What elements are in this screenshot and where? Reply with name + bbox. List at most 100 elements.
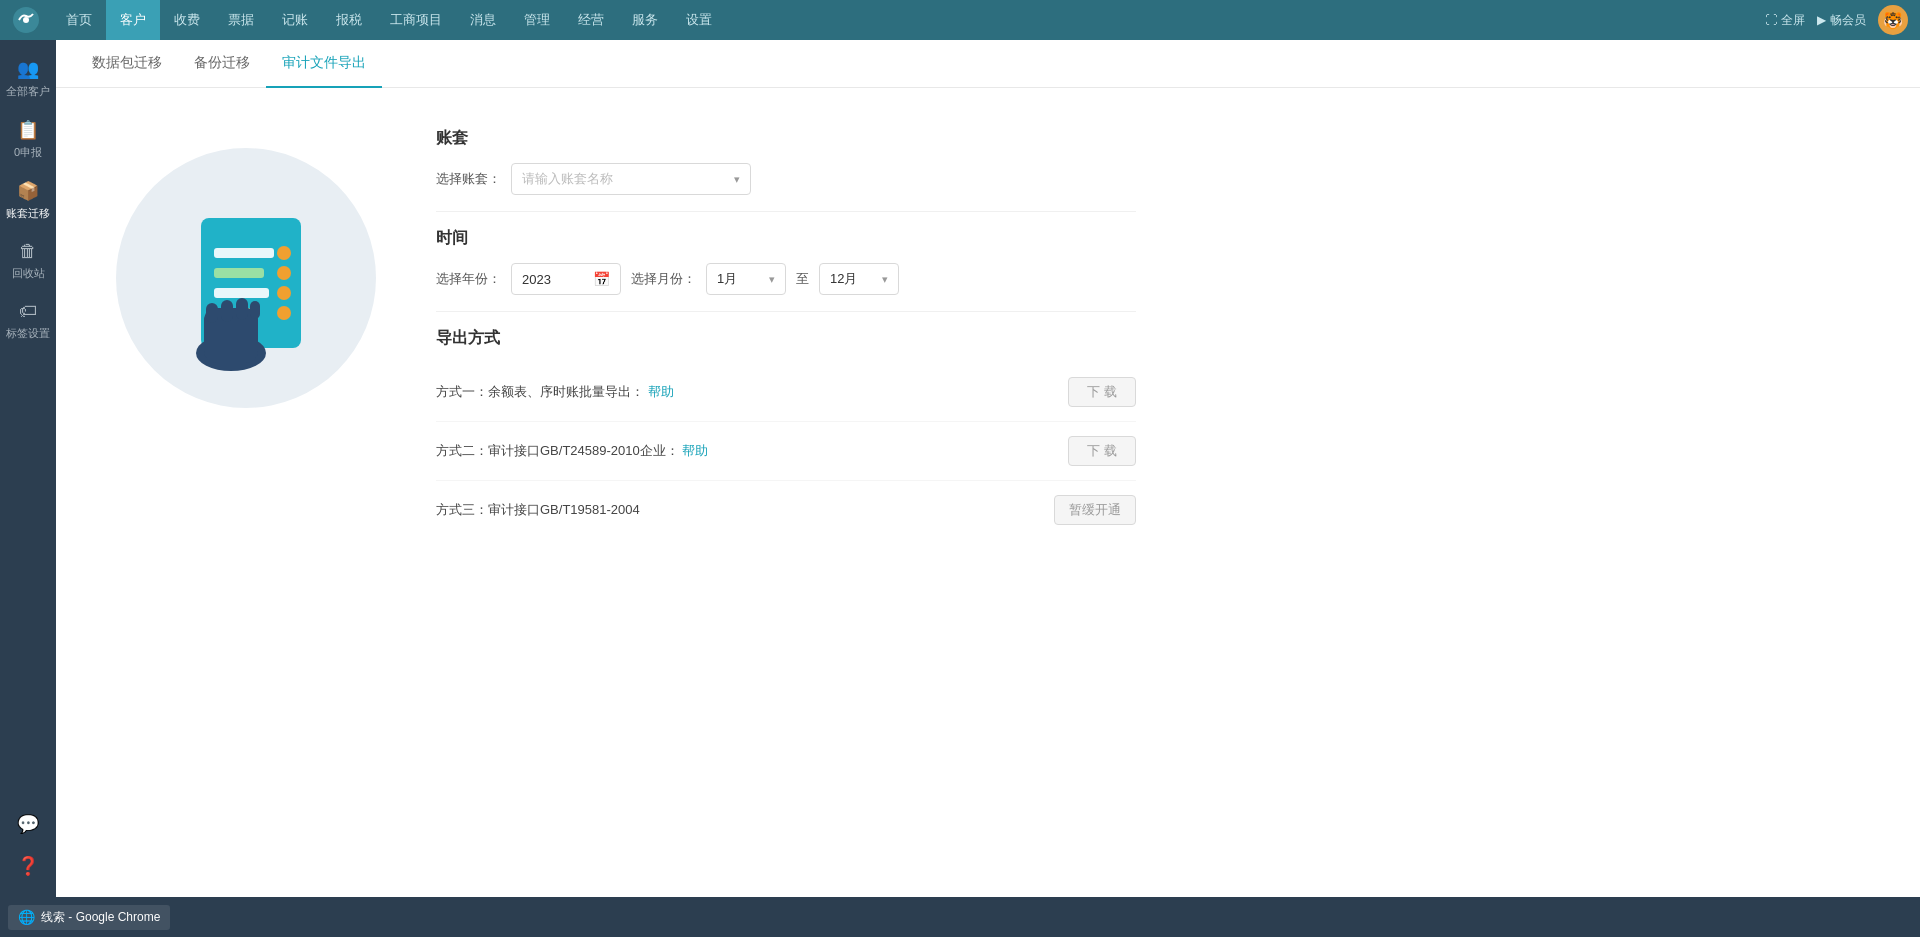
calendar-icon: 📅: [593, 271, 610, 287]
export-method-3: 方式三：审计接口GB/T19581-2004 暂缓开通: [436, 481, 1136, 539]
divider-2: [436, 311, 1136, 312]
page-body: 账套 选择账套： 请输入账套名称 ▾ 时间 选择年份： 2023 📅: [56, 88, 1920, 897]
chat-icon: 💬: [17, 813, 39, 835]
account-select[interactable]: 请输入账套名称 ▾: [511, 163, 751, 195]
sidebar-item-zero-declare[interactable]: 📋 0申报: [0, 109, 56, 170]
svg-point-9: [277, 286, 291, 300]
svg-rect-16: [250, 301, 260, 319]
help-icon: ❓: [17, 855, 39, 877]
tabs-bar: 数据包迁移 备份迁移 审计文件导出: [56, 40, 1920, 88]
fullscreen-icon: ⛶: [1765, 13, 1777, 27]
nav-settings[interactable]: 设置: [672, 0, 726, 40]
svg-point-10: [277, 306, 291, 320]
account-row: 选择账套： 请输入账套名称 ▾: [436, 163, 1136, 195]
logo: [8, 2, 44, 38]
svg-rect-4: [214, 268, 264, 278]
tab-backup-migrate[interactable]: 备份迁移: [178, 40, 266, 88]
method1-help-link[interactable]: 帮助: [648, 384, 674, 399]
all-clients-icon: 👥: [17, 58, 39, 80]
account-select-placeholder: 请输入账套名称: [522, 170, 734, 188]
taskbar: 🌐 线索 - Google Chrome: [0, 897, 1920, 937]
time-section-title: 时间: [436, 228, 1136, 249]
fullscreen-btn[interactable]: ⛶ 全屏: [1765, 12, 1805, 29]
nav-manage[interactable]: 管理: [510, 0, 564, 40]
svg-point-1: [23, 17, 29, 23]
method2-desc: 方式二：审计接口GB/T24589-2010企业： 帮助: [436, 442, 1068, 460]
sidebar: 👥 全部客户 📋 0申报 📦 账套迁移 🗑 回收站 🏷 标签设置 💬 ❓: [0, 40, 56, 897]
export-section-title: 导出方式: [436, 328, 1136, 349]
method3-text: 方式三：审计接口GB/T19581-2004: [436, 502, 640, 517]
sidebar-bottom: 💬 ❓: [0, 805, 56, 897]
nav-message[interactable]: 消息: [456, 0, 510, 40]
recycle-icon: 🗑: [19, 241, 37, 262]
svg-rect-15: [236, 298, 248, 320]
svg-point-8: [277, 266, 291, 280]
method3-open-btn[interactable]: 暂缓开通: [1054, 495, 1136, 525]
account-migrate-icon: 📦: [17, 180, 39, 202]
to-text: 至: [796, 270, 809, 288]
zero-declare-icon: 📋: [17, 119, 39, 141]
svg-rect-13: [206, 303, 218, 323]
nav-business[interactable]: 工商项目: [376, 0, 456, 40]
sidebar-item-recycle[interactable]: 🗑 回收站: [0, 231, 56, 291]
month-end-value: 12月: [830, 270, 878, 288]
user-avatar[interactable]: 🐯: [1878, 5, 1908, 35]
month-end-select[interactable]: 12月 ▾: [819, 263, 899, 295]
sidebar-item-help[interactable]: ❓: [0, 847, 56, 885]
export-method-2: 方式二：审计接口GB/T24589-2010企业： 帮助 下 载: [436, 422, 1136, 481]
year-input[interactable]: 2023 📅: [511, 263, 621, 295]
svg-rect-14: [221, 300, 233, 322]
account-label: 选择账套：: [436, 170, 501, 188]
month-end-chevron: ▾: [882, 273, 888, 286]
illustration-wrap: [116, 128, 376, 857]
method2-text: 方式二：审计接口GB/T24589-2010企业：: [436, 443, 679, 458]
nav-right-actions: ⛶ 全屏 ▶ 畅会员 🐯: [1765, 5, 1908, 35]
taskbar-chrome-item[interactable]: 🌐 线索 - Google Chrome: [8, 905, 170, 930]
member-btn[interactable]: ▶ 畅会员: [1817, 12, 1866, 29]
member-icon: ▶: [1817, 13, 1826, 27]
tab-audit-export[interactable]: 审计文件导出: [266, 40, 382, 88]
nav-service[interactable]: 服务: [618, 0, 672, 40]
account-section-title: 账套: [436, 128, 1136, 149]
svg-rect-5: [214, 288, 269, 298]
chrome-icon: 🌐: [18, 909, 35, 925]
main-layout: 👥 全部客户 📋 0申报 📦 账套迁移 🗑 回收站 🏷 标签设置 💬 ❓: [0, 40, 1920, 897]
sidebar-item-all-clients[interactable]: 👥 全部客户: [0, 48, 56, 109]
main-content: 数据包迁移 备份迁移 审计文件导出: [56, 40, 1920, 897]
nav-bookkeep[interactable]: 记账: [268, 0, 322, 40]
top-navigation: 首页 客户 收费 票据 记账 报税 工商项目 消息 管理 经营 服务 设置 ⛶ …: [0, 0, 1920, 40]
divider-1: [436, 211, 1136, 212]
taskbar-item-label: 线索 - Google Chrome: [41, 909, 160, 926]
method1-download-btn[interactable]: 下 载: [1068, 377, 1136, 407]
nav-fee[interactable]: 收费: [160, 0, 214, 40]
sidebar-item-tag-settings[interactable]: 🏷 标签设置: [0, 291, 56, 351]
method2-help-link[interactable]: 帮助: [682, 443, 708, 458]
month-label: 选择月份：: [631, 270, 696, 288]
nav-tax[interactable]: 报税: [322, 0, 376, 40]
month-start-select[interactable]: 1月 ▾: [706, 263, 786, 295]
method1-desc: 方式一：余额表、序时账批量导出： 帮助: [436, 383, 1068, 401]
account-select-chevron: ▾: [734, 173, 740, 186]
export-method-1: 方式一：余额表、序时账批量导出： 帮助 下 载: [436, 363, 1136, 422]
year-value: 2023: [522, 272, 585, 287]
svg-rect-3: [214, 248, 274, 258]
illustration-circle: [116, 148, 376, 408]
time-row: 选择年份： 2023 📅 选择月份： 1月 ▾ 至 12月 ▾: [436, 263, 1136, 295]
tag-settings-icon: 🏷: [19, 301, 37, 322]
method2-download-btn[interactable]: 下 载: [1068, 436, 1136, 466]
month-start-value: 1月: [717, 270, 765, 288]
year-label: 选择年份：: [436, 270, 501, 288]
method1-text: 方式一：余额表、序时账批量导出：: [436, 384, 644, 399]
sidebar-item-chat[interactable]: 💬: [0, 805, 56, 843]
form-section: 账套 选择账套： 请输入账套名称 ▾ 时间 选择年份： 2023 📅: [436, 128, 1136, 857]
tab-data-migrate[interactable]: 数据包迁移: [76, 40, 178, 88]
sidebar-item-account-migrate[interactable]: 📦 账套迁移: [0, 170, 56, 231]
svg-point-7: [277, 246, 291, 260]
nav-home[interactable]: 首页: [52, 0, 106, 40]
nav-client[interactable]: 客户: [106, 0, 160, 40]
illustration-svg: [146, 168, 346, 388]
nav-items: 首页 客户 收费 票据 记账 报税 工商项目 消息 管理 经营 服务 设置: [52, 0, 1765, 40]
nav-invoice[interactable]: 票据: [214, 0, 268, 40]
nav-operate[interactable]: 经营: [564, 0, 618, 40]
month-start-chevron: ▾: [769, 273, 775, 286]
